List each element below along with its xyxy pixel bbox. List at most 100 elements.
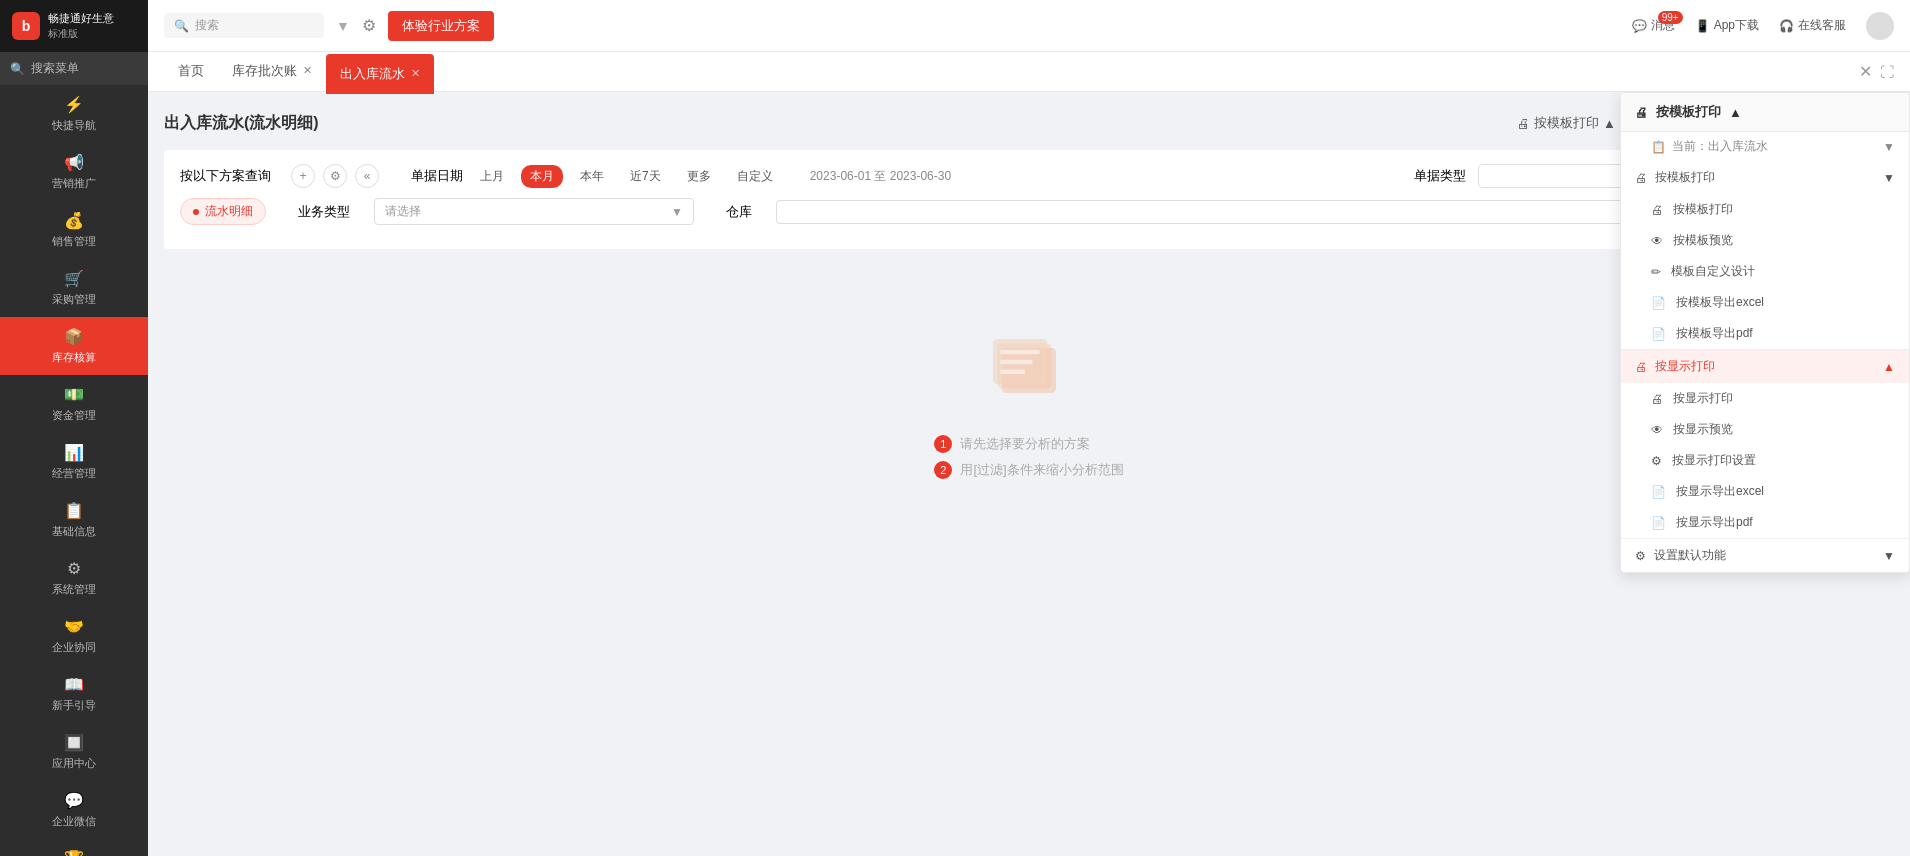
sidebar-item-营销推广[interactable]: 📢 营销推广 [0, 143, 148, 201]
date-7days[interactable]: 近7天 [621, 165, 670, 188]
tab-batch-account[interactable]: 库存批次账 ✕ [218, 52, 326, 92]
template-design-item[interactable]: ✏ 模板自定义设计 [1621, 256, 1909, 287]
empty-tip-2: 2 用[过滤]条件来缩小分析范围 [934, 457, 1123, 483]
sidebar-item-应用中心[interactable]: 🔲 应用中心 [0, 723, 148, 781]
date-this-year[interactable]: 本年 [571, 165, 613, 188]
message-badge: 99+ [1658, 11, 1683, 24]
display-print-icon: 🖨 [1651, 392, 1663, 406]
topbar-search[interactable]: 🔍 搜索 [164, 13, 324, 38]
display-print-header-icon: 🖨 [1635, 360, 1647, 374]
panel-close-button[interactable]: ✕ [1859, 62, 1872, 81]
sidebar-icon: 📖 [64, 675, 84, 694]
sidebar-item-基础信息[interactable]: 📋 基础信息 [0, 491, 148, 549]
template-export-pdf-label: 按模板导出pdf [1676, 325, 1753, 342]
sidebar-item-企业微信[interactable]: 💬 企业微信 [0, 781, 148, 839]
warehouse-label: 仓库 [726, 203, 752, 221]
template-export-excel-item[interactable]: 📄 按模板导出excel [1621, 287, 1909, 318]
collapse-filter-button[interactable]: « [355, 164, 379, 188]
topbar-settings-icon[interactable]: ⚙ [362, 16, 376, 35]
sidebar-icon: 💵 [64, 385, 84, 404]
dropdown-current-label: 📋 当前：出入库流水 ▼ [1621, 132, 1909, 161]
footer-arrow: ▼ [1883, 549, 1895, 563]
add-filter-button[interactable]: + [291, 164, 315, 188]
display-print-item-label: 按显示打印 [1673, 390, 1733, 407]
display-preview-item[interactable]: 👁 按显示预览 [1621, 414, 1909, 445]
sidebar-icon: 📢 [64, 153, 84, 172]
date-custom[interactable]: 自定义 [728, 165, 782, 188]
sidebar-item-销售管理[interactable]: 💰 销售管理 [0, 201, 148, 259]
footer-label: 设置默认功能 [1654, 547, 1726, 564]
tab-stock-flow-close[interactable]: ✕ [411, 67, 420, 80]
template-pdf-icon: 📄 [1651, 327, 1666, 341]
svg-rect-3 [1000, 350, 1040, 355]
date-last-month[interactable]: 上月 [471, 165, 513, 188]
sidebar-item-系统管理[interactable]: ⚙ 系统管理 [0, 549, 148, 607]
dropdown-arrow-up: ▲ [1729, 105, 1742, 120]
display-preview-icon: 👁 [1651, 423, 1663, 437]
sidebar-icon: 🏆 [64, 849, 84, 856]
display-print-label: 按显示打印 [1655, 358, 1715, 375]
sidebar-item-资金管理[interactable]: 💵 资金管理 [0, 375, 148, 433]
receipt-type-label: 单据类型 [1414, 167, 1466, 185]
sidebar-item-经营管理[interactable]: 📊 经营管理 [0, 433, 148, 491]
topbar-dropdown-icon[interactable]: ▼ [336, 18, 350, 34]
business-type-arrow: ▼ [671, 205, 683, 219]
panel-expand-button[interactable]: ⛶ [1880, 64, 1894, 80]
tip-text-1: 请先选择要分析的方案 [960, 431, 1090, 457]
display-excel-icon: 📄 [1651, 485, 1666, 499]
print-template-button[interactable]: 🖨 按模板打印 ▲ [1517, 114, 1616, 132]
headset-icon: 🎧 [1779, 19, 1794, 33]
filter-tag[interactable]: 流水明细 [180, 198, 266, 225]
sidebar-label: 企业协同 [52, 640, 96, 655]
dropdown-header: 🖨 按模板打印 ▲ [1621, 93, 1909, 132]
sidebar-icon: 🔲 [64, 733, 84, 752]
user-avatar[interactable] [1866, 12, 1894, 40]
sidebar-item-库存核算[interactable]: 📦 库存核算 [0, 317, 148, 375]
tab-batch-account-close[interactable]: ✕ [303, 64, 312, 77]
template-print-item[interactable]: 🖨 按模板打印 [1621, 194, 1909, 225]
display-preview-label: 按显示预览 [1673, 421, 1733, 438]
tab-batch-account-label: 库存批次账 [232, 62, 297, 80]
phone-icon: 📱 [1695, 19, 1710, 33]
filter-actions: + ⚙ « [291, 164, 379, 188]
template-preview-item[interactable]: 👁 按模板预览 [1621, 225, 1909, 256]
filter-tag-dot [193, 209, 199, 215]
display-print-item[interactable]: 🖨 按显示打印 [1621, 383, 1909, 414]
app-download-label: App下载 [1714, 17, 1759, 34]
sidebar-item-新手引导[interactable]: 📖 新手引导 [0, 665, 148, 723]
template-preview-item-label: 按模板预览 [1673, 232, 1733, 249]
app-download-item[interactable]: 📱 App下载 [1695, 17, 1759, 34]
industry-solution-button[interactable]: 体验行业方案 [388, 11, 494, 41]
app-name: 畅捷通好生意 [48, 11, 114, 26]
date-this-month[interactable]: 本月 [521, 165, 563, 188]
display-section-arrow: ▲ [1883, 360, 1895, 374]
business-type-select[interactable]: 请选择 ▼ [374, 198, 694, 225]
sidebar-item-采购管理[interactable]: 🛒 采购管理 [0, 259, 148, 317]
tab-home[interactable]: 首页 [164, 52, 218, 92]
dropdown-footer[interactable]: ⚙ 设置默认功能 ▼ [1621, 539, 1909, 572]
sidebar-item-畅会员[interactable]: 🏆 畅会员 [0, 839, 148, 856]
sidebar-label: 快捷导航 [52, 118, 96, 133]
search-menu-item[interactable]: 🔍 搜索菜单 [0, 52, 148, 85]
template-print-icon: 🖨 [1635, 171, 1647, 185]
search-menu-label: 搜索菜单 [31, 60, 79, 77]
display-pdf-icon: 📄 [1651, 516, 1666, 530]
tab-stock-flow[interactable]: 出入库流水 ✕ [326, 54, 434, 94]
display-export-excel-item[interactable]: 📄 按显示导出excel [1621, 476, 1909, 507]
display-print-header[interactable]: 🖨 按显示打印 ▲ [1621, 350, 1909, 383]
display-export-pdf-item[interactable]: 📄 按显示导出pdf [1621, 507, 1909, 538]
current-flow-icon: 📋 [1651, 140, 1666, 154]
sidebar-item-快捷导航[interactable]: ⚡ 快捷导航 [0, 85, 148, 143]
online-service-item[interactable]: 🎧 在线客服 [1779, 17, 1846, 34]
sidebar-item-企业协同[interactable]: 🤝 企业协同 [0, 607, 148, 665]
template-section-arrow: ▼ [1883, 171, 1895, 185]
message-item[interactable]: 💬 消息 99+ [1632, 17, 1675, 34]
filter-settings-button[interactable]: ⚙ [323, 164, 347, 188]
template-print-header[interactable]: 🖨 按模板打印 ▼ [1621, 161, 1909, 194]
date-more[interactable]: 更多 [678, 165, 720, 188]
dropdown-panel: 🖨 按模板打印 ▲ 📋 当前：出入库流水 ▼ 🖨 按模板打印 ▼ [1620, 92, 1910, 573]
display-print-section: 🖨 按显示打印 ▲ 🖨 按显示打印 👁 按显示预览 ⚙ 按显示打印设置 [1621, 350, 1909, 539]
template-export-pdf-item[interactable]: 📄 按模板导出pdf [1621, 318, 1909, 349]
display-print-settings-item[interactable]: ⚙ 按显示打印设置 [1621, 445, 1909, 476]
printer-icon: 🖨 [1517, 116, 1530, 131]
